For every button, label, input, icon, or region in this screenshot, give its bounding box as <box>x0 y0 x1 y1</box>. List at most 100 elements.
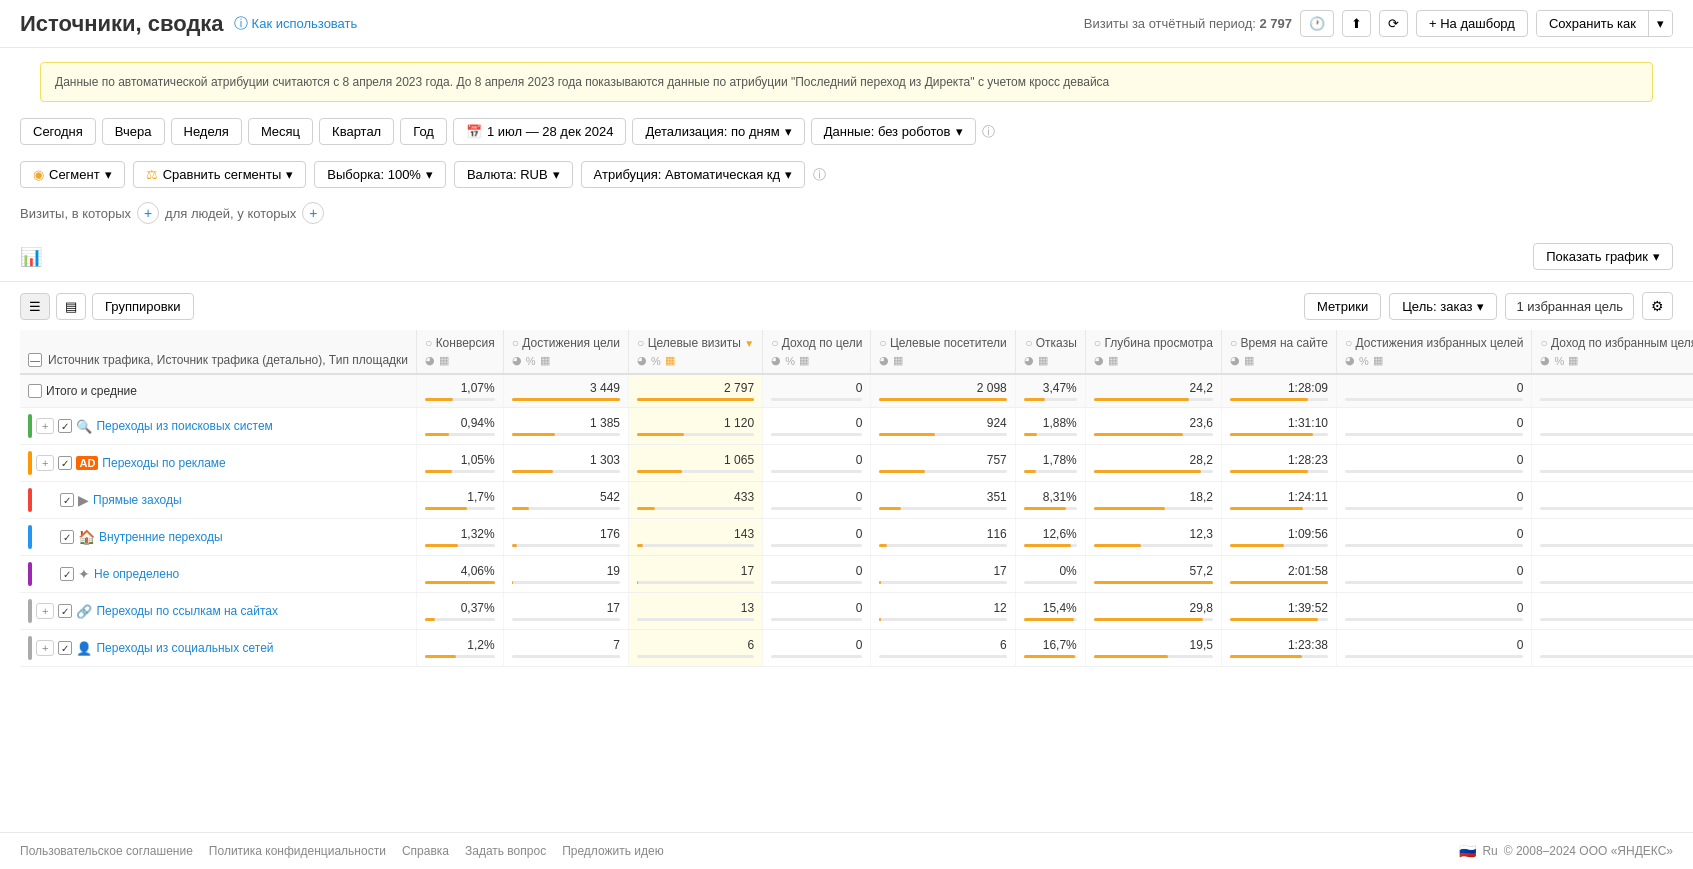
ach-pct-icon[interactable]: % <box>526 355 536 367</box>
week-button[interactable]: Неделя <box>171 118 242 145</box>
row-checkbox-undefined[interactable]: ✓ <box>60 567 74 581</box>
row-name-undefined[interactable]: Не определено <box>94 567 179 581</box>
save-as-button[interactable]: Сохранить как <box>1537 11 1648 36</box>
table-row: ✓✦Не определено 4,06% 19 17 0 17 0% 57,2 <box>20 556 1693 593</box>
table-settings-button[interactable]: ⚙ <box>1642 292 1673 320</box>
ach-pie-icon[interactable]: ◕ <box>512 354 522 367</box>
clock-button[interactable]: 🕐 <box>1300 10 1334 37</box>
cell-revenue-goal-search: 0 <box>763 408 871 445</box>
list-view-button[interactable]: ☰ <box>20 293 50 320</box>
export-button[interactable]: ⬆ <box>1342 10 1371 37</box>
quarter-button[interactable]: Квартал <box>319 118 394 145</box>
row-checkbox-referral[interactable]: ✓ <box>58 604 72 618</box>
cell-achievements-social: 7 <box>503 630 628 667</box>
depth-pie-icon[interactable]: ◕ <box>1094 354 1104 367</box>
row-name-internal[interactable]: Внутренние переходы <box>99 530 223 544</box>
row-name-search[interactable]: Переходы из поисковых систем <box>96 419 272 433</box>
rg-pct-icon[interactable]: % <box>785 355 795 367</box>
save-as-caret[interactable]: ▾ <box>1648 11 1672 36</box>
add-people-filter-button[interactable]: + <box>302 202 324 224</box>
expand-button-search[interactable]: + <box>36 418 54 434</box>
yesterday-button[interactable]: Вчера <box>102 118 165 145</box>
chevron-down-icon6: ▾ <box>553 167 560 182</box>
attribution-button[interactable]: Атрибуция: Автоматическая кд ▾ <box>581 161 806 188</box>
source-cell-referral: +✓🔗Переходы по ссылкам на сайтах <box>20 593 417 630</box>
chevron-down-icon: ▾ <box>785 124 792 139</box>
data-button[interactable]: Данные: без роботов ▾ <box>811 118 976 145</box>
tvis-pie-icon[interactable]: ◕ <box>879 354 889 367</box>
footer-link-agreement[interactable]: Пользовательское соглашение <box>20 844 193 858</box>
month-button[interactable]: Месяц <box>248 118 313 145</box>
cell-bounces-ads: 1,78% <box>1015 445 1085 482</box>
select-all-checkbox[interactable]: — <box>28 353 42 367</box>
row-checkbox-internal[interactable]: ✓ <box>60 530 74 544</box>
show-chart-button[interactable]: Показать график ▾ <box>1533 243 1673 270</box>
row-checkbox-social[interactable]: ✓ <box>58 641 72 655</box>
footer-link-suggest[interactable]: Предложить идею <box>562 844 664 858</box>
row-checkbox-search[interactable]: ✓ <box>58 419 72 433</box>
cell-achievements-ads: 1 303 <box>503 445 628 482</box>
row-name-direct[interactable]: Прямые заходы <box>93 493 182 507</box>
tv-bar-icon[interactable]: ▦ <box>665 354 675 367</box>
ach-bar-icon[interactable]: ▦ <box>540 354 550 367</box>
compare-segments-button[interactable]: ⚖ Сравнить сегменты ▾ <box>133 161 307 188</box>
conv-bar-icon[interactable]: ▦ <box>439 354 449 367</box>
frev-pct-icon[interactable]: % <box>1554 355 1564 367</box>
currency-button[interactable]: Валюта: RUB ▾ <box>454 161 573 188</box>
expand-button-referral[interactable]: + <box>36 603 54 619</box>
compare-button[interactable]: ⟳ <box>1379 10 1408 37</box>
cell-achievements-referral: 17 <box>503 593 628 630</box>
row-checkbox-direct[interactable]: ✓ <box>60 493 74 507</box>
frev-bar-icon[interactable]: ▦ <box>1568 354 1578 367</box>
metrics-button[interactable]: Метрики <box>1304 293 1381 320</box>
time-pie-icon[interactable]: ◕ <box>1230 354 1240 367</box>
groupings-button[interactable]: Группировки <box>92 293 194 320</box>
source-icon-search: 🔍 <box>76 419 92 434</box>
row-name-social[interactable]: Переходы из социальных сетей <box>96 641 273 655</box>
tvis-bar-icon[interactable]: ▦ <box>893 354 903 367</box>
depth-bar-icon[interactable]: ▦ <box>1108 354 1118 367</box>
bounce-pie-icon[interactable]: ◕ <box>1024 354 1034 367</box>
add-visits-filter-button[interactable]: + <box>137 202 159 224</box>
expand-button-ads[interactable]: + <box>36 455 54 471</box>
year-button[interactable]: Год <box>400 118 447 145</box>
info-link[interactable]: ⓘ Как использовать <box>234 15 358 33</box>
expand-button-social[interactable]: + <box>36 640 54 656</box>
tv-pie-icon[interactable]: ◕ <box>637 354 647 367</box>
row-name-ads[interactable]: Переходы по рекламе <box>102 456 225 470</box>
depth-info-icon: ○ <box>1094 336 1101 350</box>
cell-depth-undefined: 57,2 <box>1085 556 1221 593</box>
row-checkbox-total[interactable] <box>28 384 42 398</box>
footer-link-privacy[interactable]: Политика конфиденциальности <box>209 844 386 858</box>
bounce-bar-icon[interactable]: ▦ <box>1038 354 1048 367</box>
date-range-button[interactable]: 📅 1 июл — 28 дек 2024 <box>453 118 626 145</box>
goal-button[interactable]: Цель: заказ ▾ <box>1389 293 1497 320</box>
today-button[interactable]: Сегодня <box>20 118 96 145</box>
frev-pie-icon[interactable]: ◕ <box>1540 354 1550 367</box>
rg-pie-icon[interactable]: ◕ <box>771 354 781 367</box>
cell-revenue-goal-ads: 0 <box>763 445 871 482</box>
fach-pie-icon[interactable]: ◕ <box>1345 354 1355 367</box>
cell-fav-revenue-direct: 0 <box>1532 482 1693 519</box>
rg-bar-icon[interactable]: ▦ <box>799 354 809 367</box>
cell-fav-revenue-social: 0 <box>1532 630 1693 667</box>
footer-link-help[interactable]: Справка <box>402 844 449 858</box>
segment-button[interactable]: ◉ Сегмент ▾ <box>20 161 125 188</box>
footer-link-ask[interactable]: Задать вопрос <box>465 844 546 858</box>
cell-achievements-internal: 176 <box>503 519 628 556</box>
fach-bar-icon[interactable]: ▦ <box>1373 354 1383 367</box>
cell-target-visitors-undefined: 17 <box>871 556 1015 593</box>
fach-info-icon: ○ <box>1345 336 1352 350</box>
detail-button[interactable]: Детализация: по дням ▾ <box>632 118 804 145</box>
cell-target-visitors-total: 2 098 <box>871 374 1015 408</box>
row-checkbox-ads[interactable]: ✓ <box>58 456 72 470</box>
chevron-down-icon4: ▾ <box>286 167 293 182</box>
conv-pie-icon[interactable]: ◕ <box>425 354 435 367</box>
fach-pct-icon[interactable]: % <box>1359 355 1369 367</box>
grid-view-button[interactable]: ▤ <box>56 293 86 320</box>
tv-pct-icon[interactable]: % <box>651 355 661 367</box>
add-dashboard-button[interactable]: + На дашборд <box>1416 10 1528 37</box>
row-name-referral[interactable]: Переходы по ссылкам на сайтах <box>96 604 278 618</box>
sample-button[interactable]: Выборка: 100% ▾ <box>314 161 446 188</box>
time-bar-icon[interactable]: ▦ <box>1244 354 1254 367</box>
